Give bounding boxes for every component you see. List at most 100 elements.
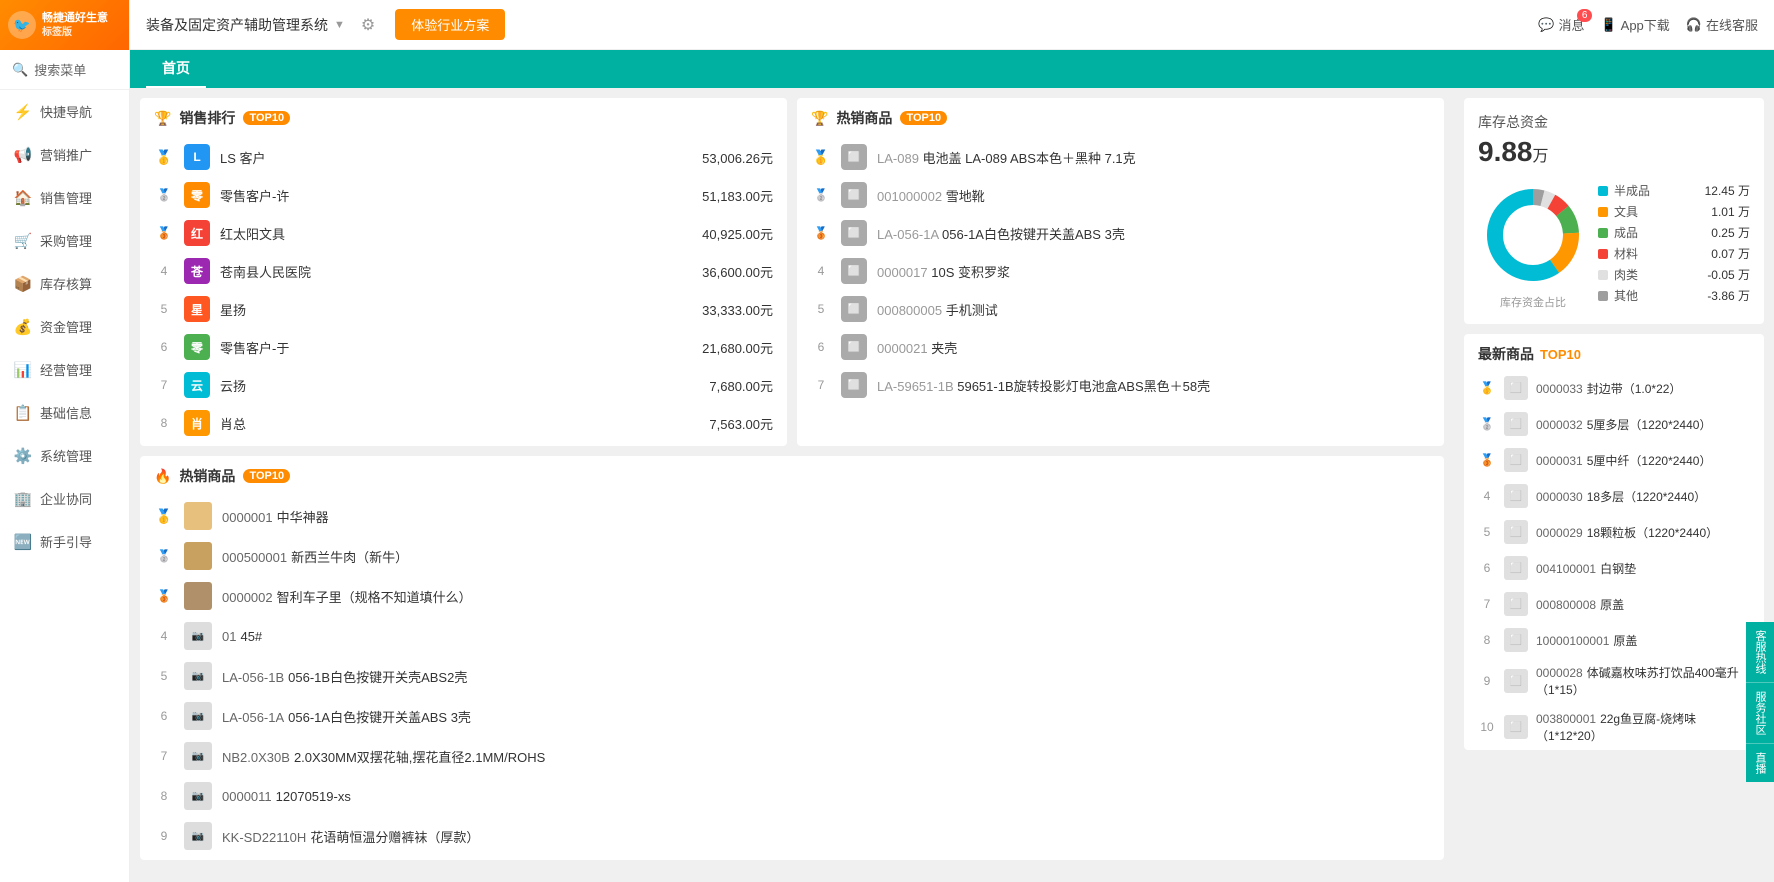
tab-home[interactable]: 首页 xyxy=(146,50,206,88)
rank-number: 7 xyxy=(154,749,174,763)
rank-value: 36,600.00元 xyxy=(702,262,773,281)
legend-color xyxy=(1598,186,1608,196)
donut-chart-wrapper: 库存资金占比 xyxy=(1478,180,1588,310)
newest-name: 0000033封边带（1.0*22） xyxy=(1536,380,1750,397)
hot-top10-badge: TOP10 xyxy=(243,469,290,483)
rank-value: 21,680.00元 xyxy=(702,338,773,357)
main-area: 装备及固定资产辅助管理系统 ▼ ⚙ 体验行业方案 💬 消息 6 📱 App下载 … xyxy=(130,0,1774,882)
app-download-button[interactable]: 📱 App下载 xyxy=(1600,15,1669,34)
topbar-right: 💬 消息 6 📱 App下载 🎧 在线客服 xyxy=(1538,15,1758,34)
product-thumbnail xyxy=(184,502,212,530)
nav-label-operation: 经营管理 xyxy=(40,360,92,379)
product-thumbnail: 📷 xyxy=(184,662,212,690)
sidebar-item-purchase[interactable]: 🛒 采购管理 xyxy=(0,219,129,262)
rank-number: 🥈 xyxy=(811,188,831,202)
message-button[interactable]: 💬 消息 6 xyxy=(1538,15,1584,34)
content-area: 🏆 销售排行 TOP10 🥇 L LS 客户 53,006.26元 🥈 零 零售… xyxy=(130,88,1774,882)
hot-product-item: 9 📷 KK-SD22110H花语萌恒温分赠裤袜（厚款） xyxy=(140,816,1444,856)
newest-list: 🥇 ⬜ 0000033封边带（1.0*22） 🥈 ⬜ 00000325厘多层（1… xyxy=(1464,370,1764,750)
tabbar: 首页 xyxy=(130,50,1774,88)
newest-product-item: 10 ⬜ 00380000122g鱼豆腐-烧烤味（1*12*20） xyxy=(1464,704,1764,750)
product-thumbnail: 📷 xyxy=(184,782,212,810)
sidebar-search[interactable]: 🔍 搜索菜单 xyxy=(0,50,129,90)
hot-product-item: 8 📷 000001112070519-xs xyxy=(140,776,1444,816)
legend-label: 成品 xyxy=(1614,224,1705,241)
newest-thumb: ⬜ xyxy=(1504,376,1528,400)
product-thumbnail: 📷 xyxy=(184,822,212,850)
sidebar-item-basic[interactable]: 📋 基础信息 xyxy=(0,391,129,434)
left-panel: 🏆 销售排行 TOP10 🥇 L LS 客户 53,006.26元 🥈 零 零售… xyxy=(130,88,1454,882)
sidebar-item-sales[interactable]: 🏠 销售管理 xyxy=(0,176,129,219)
newest-thumb: ⬜ xyxy=(1504,520,1528,544)
nav-icon-basic: 📋 xyxy=(14,404,32,422)
sales-rank-item: 🥈 零 零售客户-许 51,183.00元 xyxy=(140,176,787,214)
nav-label-marketing: 营销推广 xyxy=(40,145,92,164)
top-product-right-item: 7 ⬜ LA-59651-1B 59651-1B旋转投影灯电池盒ABS黑色＋58… xyxy=(797,366,1444,404)
rank-number: 🥉 xyxy=(154,589,174,603)
float-button-0[interactable]: 客服热线 xyxy=(1746,622,1774,683)
newest-name: 00380000122g鱼豆腐-烧烤味（1*12*20） xyxy=(1536,710,1750,744)
online-service-button[interactable]: 🎧 在线客服 xyxy=(1686,15,1758,34)
newest-rank-number: 🥇 xyxy=(1478,381,1496,395)
nav-icon-marketing: 📢 xyxy=(14,146,32,164)
legend-color xyxy=(1598,207,1608,217)
sales-rank-item: 5 星 星扬 33,333.00元 xyxy=(140,290,787,328)
rank-avatar: ⬜ xyxy=(841,296,867,322)
legend-value: 12.45 万 xyxy=(1705,182,1750,199)
hot-items-right-card: 🏆 热销商品 TOP10 🥇 ⬜ LA-089 电池盖 LA-089 ABS本色… xyxy=(797,98,1444,446)
legend-label: 其他 xyxy=(1614,287,1701,304)
rank-name: LS 客户 xyxy=(220,148,692,167)
rank-number: 4 xyxy=(154,629,174,643)
float-button-1[interactable]: 服务社区 xyxy=(1746,683,1774,744)
newest-rank-number: 4 xyxy=(1478,489,1496,503)
newest-thumb: ⬜ xyxy=(1504,669,1528,693)
sidebar-item-operation[interactable]: 📊 经营管理 xyxy=(0,348,129,391)
top-product-right-item: 🥇 ⬜ LA-089 电池盖 LA-089 ABS本色＋黑种 7.1克 xyxy=(797,138,1444,176)
newest-thumb: ⬜ xyxy=(1504,556,1528,580)
rank-avatar: 红 xyxy=(184,220,210,246)
newest-rank-number: 🥈 xyxy=(1478,417,1496,431)
newest-product-item: 7 ⬜ 000800008原盖 xyxy=(1464,586,1764,622)
legend-value: 0.25 万 xyxy=(1711,224,1750,241)
inventory-legend: 半成品 12.45 万 文具 1.01 万 成品 0.25 万 材料 0.07 … xyxy=(1598,182,1750,308)
rank-number: 9 xyxy=(154,829,174,843)
newest-name: 00000325厘多层（1220*2440） xyxy=(1536,416,1750,433)
float-button-2[interactable]: 直播 xyxy=(1746,744,1774,782)
newest-name: 00000315厘中纤（1220*2440） xyxy=(1536,452,1750,469)
newest-product-item: 🥇 ⬜ 0000033封边带（1.0*22） xyxy=(1464,370,1764,406)
rank-value: 7,680.00元 xyxy=(709,376,773,395)
donut-chart-area: 库存资金占比 半成品 12.45 万 文具 1.01 万 成品 0.25 万 材… xyxy=(1478,180,1750,310)
sidebar-item-finance[interactable]: 💰 资金管理 xyxy=(0,305,129,348)
sidebar-item-guide[interactable]: 🆕 新手引导 xyxy=(0,520,129,563)
legend-value: 0.07 万 xyxy=(1711,245,1750,262)
rank-name: LA-056-1A 056-1A白色按键开关盖ABS 3壳 xyxy=(877,224,1430,243)
sidebar-item-marketing[interactable]: 📢 营销推广 xyxy=(0,133,129,176)
sidebar-item-corp[interactable]: 🏢 企业协同 xyxy=(0,477,129,520)
message-icon: 💬 xyxy=(1538,17,1554,33)
rank-avatar: ⬜ xyxy=(841,258,867,284)
newest-product-item: 🥈 ⬜ 00000325厘多层（1220*2440） xyxy=(1464,406,1764,442)
rank-avatar: ⬜ xyxy=(841,182,867,208)
hot-product-item: 5 📷 LA-056-1B056-1B白色按键开关壳ABS2壳 xyxy=(140,656,1444,696)
newest-thumb: ⬜ xyxy=(1504,628,1528,652)
hot-products-header: 🔥 热销商品 TOP10 xyxy=(140,456,1444,492)
rank-number: 🥇 xyxy=(154,508,174,525)
rank-avatar: ⬜ xyxy=(841,220,867,246)
settings-icon[interactable]: ⚙ xyxy=(361,15,375,35)
newest-name: 004100001白钢垫 xyxy=(1536,560,1750,577)
sidebar-item-inventory[interactable]: 📦 库存核算 xyxy=(0,262,129,305)
rank-number: 🥇 xyxy=(811,149,831,166)
try-plan-button[interactable]: 体验行业方案 xyxy=(395,9,505,40)
nav-label-finance: 资金管理 xyxy=(40,317,92,336)
system-selector[interactable]: 装备及固定资产辅助管理系统 ▼ xyxy=(146,15,345,35)
system-name-label: 装备及固定资产辅助管理系统 xyxy=(146,15,328,35)
hot-products-card: 🔥 热销商品 TOP10 🥇 0000001中华神器 🥈 000500001新西… xyxy=(140,456,1444,860)
newest-name: 000002918颗粒板（1220*2440） xyxy=(1536,524,1750,541)
sidebar-item-quick-nav[interactable]: ⚡ 快捷导航 xyxy=(0,90,129,133)
newest-product-item: 5 ⬜ 000002918颗粒板（1220*2440） xyxy=(1464,514,1764,550)
trophy-icon-2: 🏆 xyxy=(811,110,828,127)
sales-ranking-header: 🏆 销售排行 TOP10 xyxy=(140,98,787,134)
product-thumbnail: 📷 xyxy=(184,702,212,730)
sidebar-item-system[interactable]: ⚙️ 系统管理 xyxy=(0,434,129,477)
product-thumbnail: 📷 xyxy=(184,742,212,770)
